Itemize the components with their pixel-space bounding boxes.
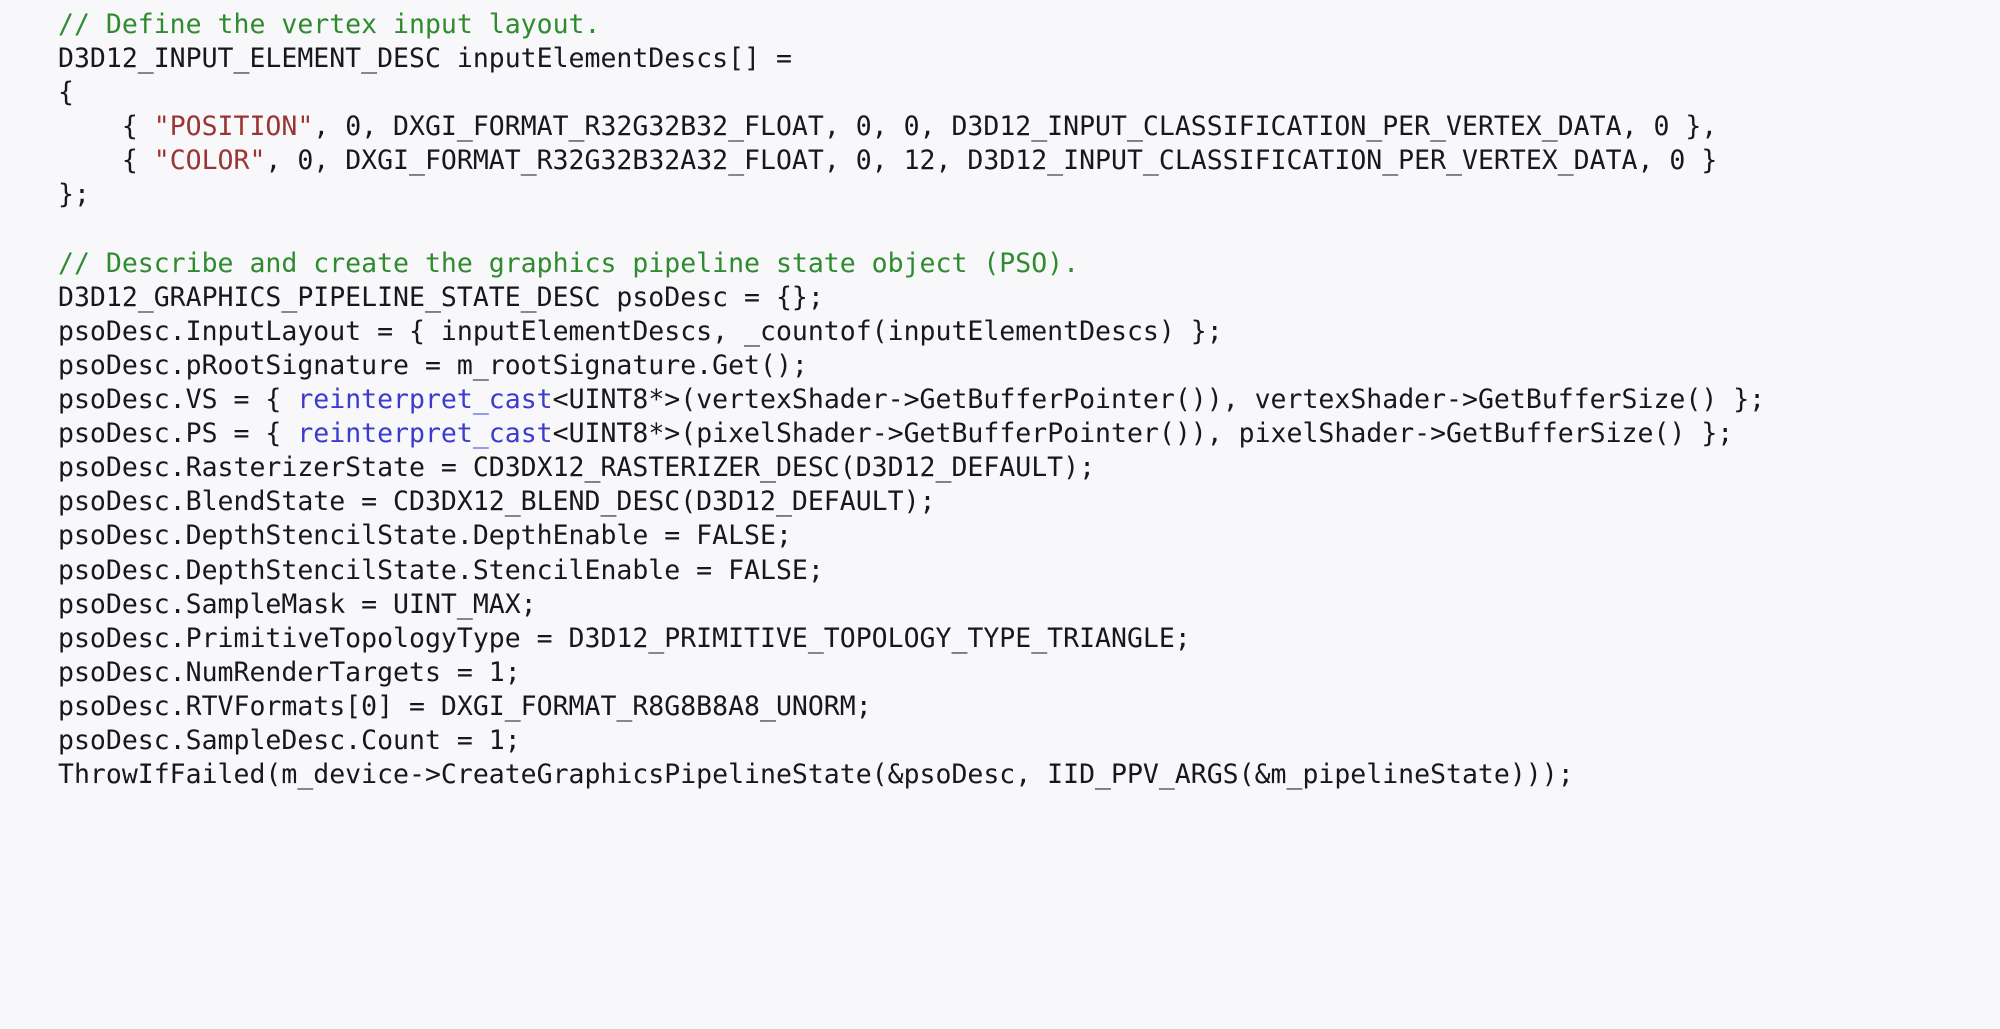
code-token-comment: // Define the vertex input layout. bbox=[58, 9, 601, 40]
code-token-plain: , 0, DXGI_FORMAT_R32G32B32A32_FLOAT, 0, … bbox=[265, 145, 1718, 177]
code-line: psoDesc.DepthStencilState.DepthEnable = … bbox=[58, 519, 2000, 553]
code-token-plain: { bbox=[58, 145, 154, 177]
code-token-plain: psoDesc.PrimitiveTopologyType = D3D12_PR… bbox=[58, 622, 1191, 654]
code-line: psoDesc.RasterizerState = CD3DX12_RASTER… bbox=[58, 451, 2000, 485]
code-token-plain: psoDesc.NumRenderTargets = 1; bbox=[58, 656, 521, 688]
code-line: // Describe and create the graphics pipe… bbox=[58, 247, 2000, 281]
code-line: psoDesc.NumRenderTargets = 1; bbox=[58, 656, 2000, 690]
code-token-plain: psoDesc.DepthStencilState.StencilEnable … bbox=[58, 554, 824, 586]
code-token-keyword: reinterpret_cast bbox=[297, 418, 553, 450]
code-token-plain: psoDesc.VS = { bbox=[58, 384, 298, 416]
code-token-plain: ThrowIfFailed(m_device->CreateGraphicsPi… bbox=[58, 759, 1574, 791]
code-line: psoDesc.DepthStencilState.StencilEnable … bbox=[58, 554, 2000, 588]
code-token-plain: psoDesc.SampleMask = UINT_MAX; bbox=[58, 588, 537, 620]
code-line: psoDesc.SampleDesc.Count = 1; bbox=[58, 724, 2000, 758]
code-token-plain: psoDesc.RasterizerState = CD3DX12_RASTER… bbox=[58, 452, 1096, 484]
code-token-plain: }; bbox=[58, 179, 90, 211]
code-token-plain: { bbox=[58, 77, 74, 109]
code-token-plain: psoDesc.PS = { bbox=[58, 418, 298, 450]
code-line: psoDesc.pRootSignature = m_rootSignature… bbox=[58, 349, 2000, 383]
code-token-string: "COLOR" bbox=[153, 145, 266, 177]
code-token-plain: D3D12_GRAPHICS_PIPELINE_STATE_DESC psoDe… bbox=[58, 281, 824, 313]
code-line: { "COLOR", 0, DXGI_FORMAT_R32G32B32A32_F… bbox=[58, 144, 2000, 178]
code-token-plain: psoDesc.SampleDesc.Count = 1; bbox=[58, 724, 521, 756]
code-token-plain: psoDesc.DepthStencilState.DepthEnable = … bbox=[58, 520, 792, 552]
code-line: psoDesc.InputLayout = { inputElementDesc… bbox=[58, 315, 2000, 349]
code-token-string: "POSITION" bbox=[153, 111, 314, 143]
code-line: psoDesc.PS = { reinterpret_cast<UINT8*>(… bbox=[58, 417, 2000, 451]
code-token-plain: <UINT8*>(vertexShader->GetBufferPointer(… bbox=[552, 384, 1766, 416]
code-line: psoDesc.SampleMask = UINT_MAX; bbox=[58, 588, 2000, 622]
code-block[interactable]: // Define the vertex input layout. D3D12_… bbox=[0, 0, 2000, 1029]
code-token-plain: <UINT8*>(pixelShader->GetBufferPointer()… bbox=[552, 418, 1734, 450]
code-token-keyword: reinterpret_cast bbox=[297, 384, 553, 416]
code-token-plain: psoDesc.RTVFormats[0] = DXGI_FORMAT_R8G8… bbox=[58, 690, 872, 722]
code-line: { bbox=[58, 76, 2000, 110]
code-line: }; bbox=[58, 178, 2000, 212]
code-token-plain: psoDesc.BlendState = CD3DX12_BLEND_DESC(… bbox=[58, 486, 936, 518]
code-line: D3D12_INPUT_ELEMENT_DESC inputElementDes… bbox=[58, 42, 2000, 76]
code-line: psoDesc.RTVFormats[0] = DXGI_FORMAT_R8G8… bbox=[58, 690, 2000, 724]
code-line: // Define the vertex input layout. bbox=[58, 8, 2000, 42]
code-token-plain: , 0, DXGI_FORMAT_R32G32B32_FLOAT, 0, 0, … bbox=[313, 111, 1718, 143]
code-line: psoDesc.VS = { reinterpret_cast<UINT8*>(… bbox=[58, 383, 2000, 417]
code-line: psoDesc.BlendState = CD3DX12_BLEND_DESC(… bbox=[58, 485, 2000, 519]
code-token-plain: { bbox=[58, 111, 154, 143]
code-token-plain: D3D12_INPUT_ELEMENT_DESC inputElementDes… bbox=[58, 43, 792, 75]
code-line: D3D12_GRAPHICS_PIPELINE_STATE_DESC psoDe… bbox=[58, 281, 2000, 315]
code-token-plain: psoDesc.InputLayout = { inputElementDesc… bbox=[58, 315, 1223, 347]
code-token-plain: psoDesc.pRootSignature = m_rootSignature… bbox=[58, 349, 808, 381]
code-line: { "POSITION", 0, DXGI_FORMAT_R32G32B32_F… bbox=[58, 110, 2000, 144]
code-line: psoDesc.PrimitiveTopologyType = D3D12_PR… bbox=[58, 622, 2000, 656]
code-token-comment: // Describe and create the graphics pipe… bbox=[58, 247, 1080, 279]
code-line: ThrowIfFailed(m_device->CreateGraphicsPi… bbox=[58, 758, 2000, 792]
